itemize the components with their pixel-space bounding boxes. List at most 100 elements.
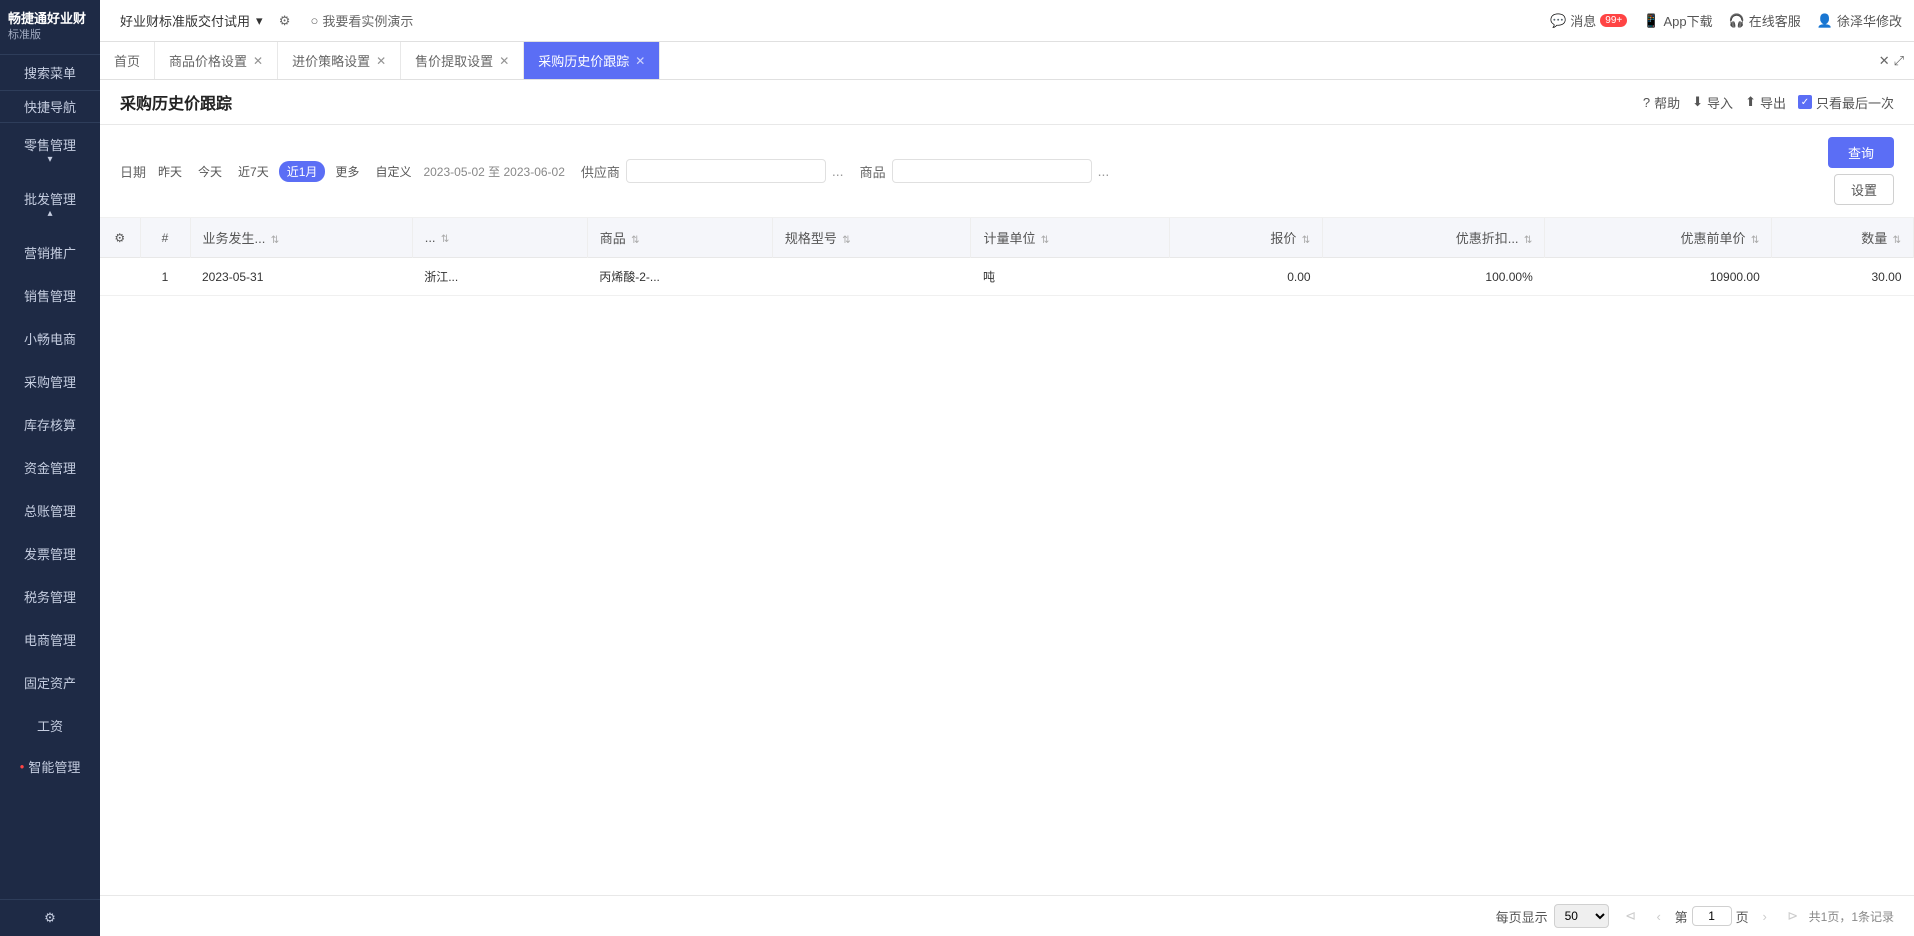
import-button[interactable]: ⬇ 导入: [1692, 93, 1733, 112]
th-product-label: 商品: [600, 231, 626, 246]
user-menu[interactable]: 👤 徐泽华修改: [1817, 11, 1902, 30]
th-discount[interactable]: 优惠折扣... ⇅: [1323, 218, 1545, 258]
import-icon: ⬇: [1692, 94, 1703, 110]
sidebar-item-ledger[interactable]: 总账管理: [0, 489, 100, 532]
only-latest-checkbox[interactable]: ✓ 只看最后一次: [1798, 93, 1894, 112]
tab-collapse-button[interactable]: ✕ ⤢: [1869, 42, 1914, 79]
supplier-input[interactable]: [626, 159, 826, 183]
sidebar-item-label: 电商管理: [24, 630, 76, 649]
row-pre-price: 10900.00: [1545, 258, 1772, 296]
settings-icon-button[interactable]: ⚙: [271, 7, 299, 35]
th-product[interactable]: 商品 ⇅: [587, 218, 772, 258]
th-spec[interactable]: 规格型号 ⇅: [772, 218, 971, 258]
row-supplier: 浙江...: [412, 258, 587, 296]
sort-icon: ⇅: [842, 235, 850, 246]
tab-purchase-close[interactable]: ✕: [635, 54, 645, 68]
app-logo-title: 畅捷通好业财: [8, 10, 92, 28]
export-button[interactable]: ⬆ 导出: [1745, 93, 1786, 112]
sidebar-item-smart[interactable]: ● 智能管理: [0, 747, 100, 786]
user-avatar-icon: 👤: [1817, 13, 1833, 29]
th-discount-label: 优惠折扣...: [1456, 231, 1519, 246]
tab-strategy[interactable]: 进价策略设置 ✕: [278, 42, 401, 79]
maximize-icon: ⤢: [1894, 53, 1904, 69]
page-number-input[interactable]: [1692, 906, 1732, 926]
tab-strategy-label: 进价策略设置: [292, 51, 370, 70]
only-latest-label: 只看最后一次: [1816, 93, 1894, 112]
demo-link[interactable]: ○ 我要看实例演示: [311, 11, 414, 30]
th-gear[interactable]: ⚙: [100, 218, 140, 258]
date-opt-1month[interactable]: 近1月: [279, 161, 326, 182]
row-date: 2023-05-31: [190, 258, 412, 296]
tab-strategy-close[interactable]: ✕: [376, 54, 386, 68]
date-opt-yesterday[interactable]: 昨天: [152, 161, 188, 182]
date-opt-7days[interactable]: 近7天: [232, 161, 275, 182]
date-opt-custom[interactable]: 自定义: [369, 161, 417, 182]
th-pre-price-label: 优惠前单价: [1681, 231, 1746, 246]
tab-price-label: 商品价格设置: [169, 51, 247, 70]
top-header: 好业财标准版交付试用 ▾ ⚙ ○ 我要看实例演示 💬 消息 99+ 📱 App下…: [100, 0, 1914, 42]
sidebar-item-invoice[interactable]: 发票管理: [0, 532, 100, 575]
sidebar-item-wholesale[interactable]: 批发管理 ▴: [0, 177, 100, 231]
date-opt-today[interactable]: 今天: [192, 161, 228, 182]
row-price: 0.00: [1169, 258, 1322, 296]
th-num: #: [140, 218, 190, 258]
sidebar-item-purchase[interactable]: 采购管理: [0, 360, 100, 403]
tab-home[interactable]: 首页: [100, 42, 155, 79]
sidebar-item-finance[interactable]: 资金管理: [0, 446, 100, 489]
sidebar-item-tax[interactable]: 税务管理: [0, 575, 100, 618]
product-input[interactable]: [892, 159, 1092, 183]
sidebar-item-settings[interactable]: ⚙: [0, 899, 100, 936]
sidebar-item-ecom[interactable]: 电商管理: [0, 618, 100, 661]
sidebar-item-fixed[interactable]: 固定资产: [0, 661, 100, 704]
sidebar-item-label: 工资: [37, 716, 63, 735]
tab-price[interactable]: 商品价格设置 ✕: [155, 42, 278, 79]
sort-icon: ⇅: [1751, 235, 1759, 246]
checkbox-checked-icon: ✓: [1798, 95, 1812, 109]
sidebar-item-quick-nav[interactable]: 快捷导航: [0, 91, 100, 123]
tab-purchase[interactable]: 采购历史价跟踪 ✕: [524, 42, 660, 79]
product-dots[interactable]: ...: [1098, 163, 1110, 179]
sidebar-item-label: 采购管理: [24, 372, 76, 391]
supplier-dots[interactable]: ...: [832, 163, 844, 179]
app-download-button[interactable]: 📱 App下载: [1643, 11, 1712, 30]
sidebar-item-salary[interactable]: 工资: [0, 704, 100, 747]
sidebar-item-label: 库存核算: [24, 415, 76, 434]
tab-sale-close[interactable]: ✕: [499, 54, 509, 68]
per-page-group: 每页显示 50 20 100 200: [1496, 904, 1609, 928]
th-price[interactable]: 报价 ⇅: [1169, 218, 1322, 258]
version-selector[interactable]: 好业财标准版交付试用 ▾: [112, 7, 271, 34]
next-page-button[interactable]: ›: [1753, 904, 1777, 928]
tab-sale[interactable]: 售价提取设置 ✕: [401, 42, 524, 79]
date-filter-label: 日期: [120, 162, 146, 181]
per-page-select[interactable]: 50 20 100 200: [1554, 904, 1609, 928]
date-filter-group: 日期 昨天 今天 近7天 近1月 更多 自定义 2023-05-02 至 202…: [120, 161, 565, 182]
sidebar-item-marketing[interactable]: 营销推广: [0, 231, 100, 274]
sidebar-item-label: 销售管理: [24, 286, 76, 305]
help-label: 帮助: [1654, 93, 1680, 112]
th-qty[interactable]: 数量 ⇅: [1772, 218, 1914, 258]
sidebar-item-sales[interactable]: 销售管理: [0, 274, 100, 317]
first-page-button[interactable]: ⊲: [1619, 904, 1643, 928]
date-opt-more[interactable]: 更多: [329, 161, 365, 182]
sort-icon: ⇅: [1302, 235, 1310, 246]
tab-price-close[interactable]: ✕: [253, 54, 263, 68]
th-dots[interactable]: ... ⇅: [412, 218, 587, 258]
th-unit[interactable]: 计量单位 ⇅: [971, 218, 1170, 258]
pagination-bar: 每页显示 50 20 100 200 ⊲ ‹ 第 页 › ⊳ 共1页，1条记录: [100, 895, 1914, 936]
sidebar-item-retail[interactable]: 零售管理 ▾: [0, 123, 100, 177]
date-range-text: 2023-05-02 至 2023-06-02: [423, 163, 564, 180]
filter-settings-button[interactable]: 设置: [1834, 174, 1894, 205]
sidebar-item-inventory[interactable]: 库存核算: [0, 403, 100, 446]
gear-icon: ⚙: [44, 910, 56, 925]
sidebar-item-ecom-small[interactable]: 小畅电商: [0, 317, 100, 360]
sidebar-item-search[interactable]: 搜索菜单: [0, 55, 100, 91]
help-button[interactable]: ? 帮助: [1643, 93, 1680, 112]
per-page-label: 每页显示: [1496, 907, 1548, 926]
prev-page-button[interactable]: ‹: [1647, 904, 1671, 928]
th-pre-price[interactable]: 优惠前单价 ⇅: [1545, 218, 1772, 258]
last-page-button[interactable]: ⊳: [1781, 904, 1805, 928]
messages-button[interactable]: 💬 消息 99+: [1550, 11, 1627, 30]
query-button[interactable]: 查询: [1828, 137, 1894, 168]
th-date[interactable]: 业务发生... ⇅: [190, 218, 412, 258]
online-service-button[interactable]: 🎧 在线客服: [1729, 11, 1801, 30]
